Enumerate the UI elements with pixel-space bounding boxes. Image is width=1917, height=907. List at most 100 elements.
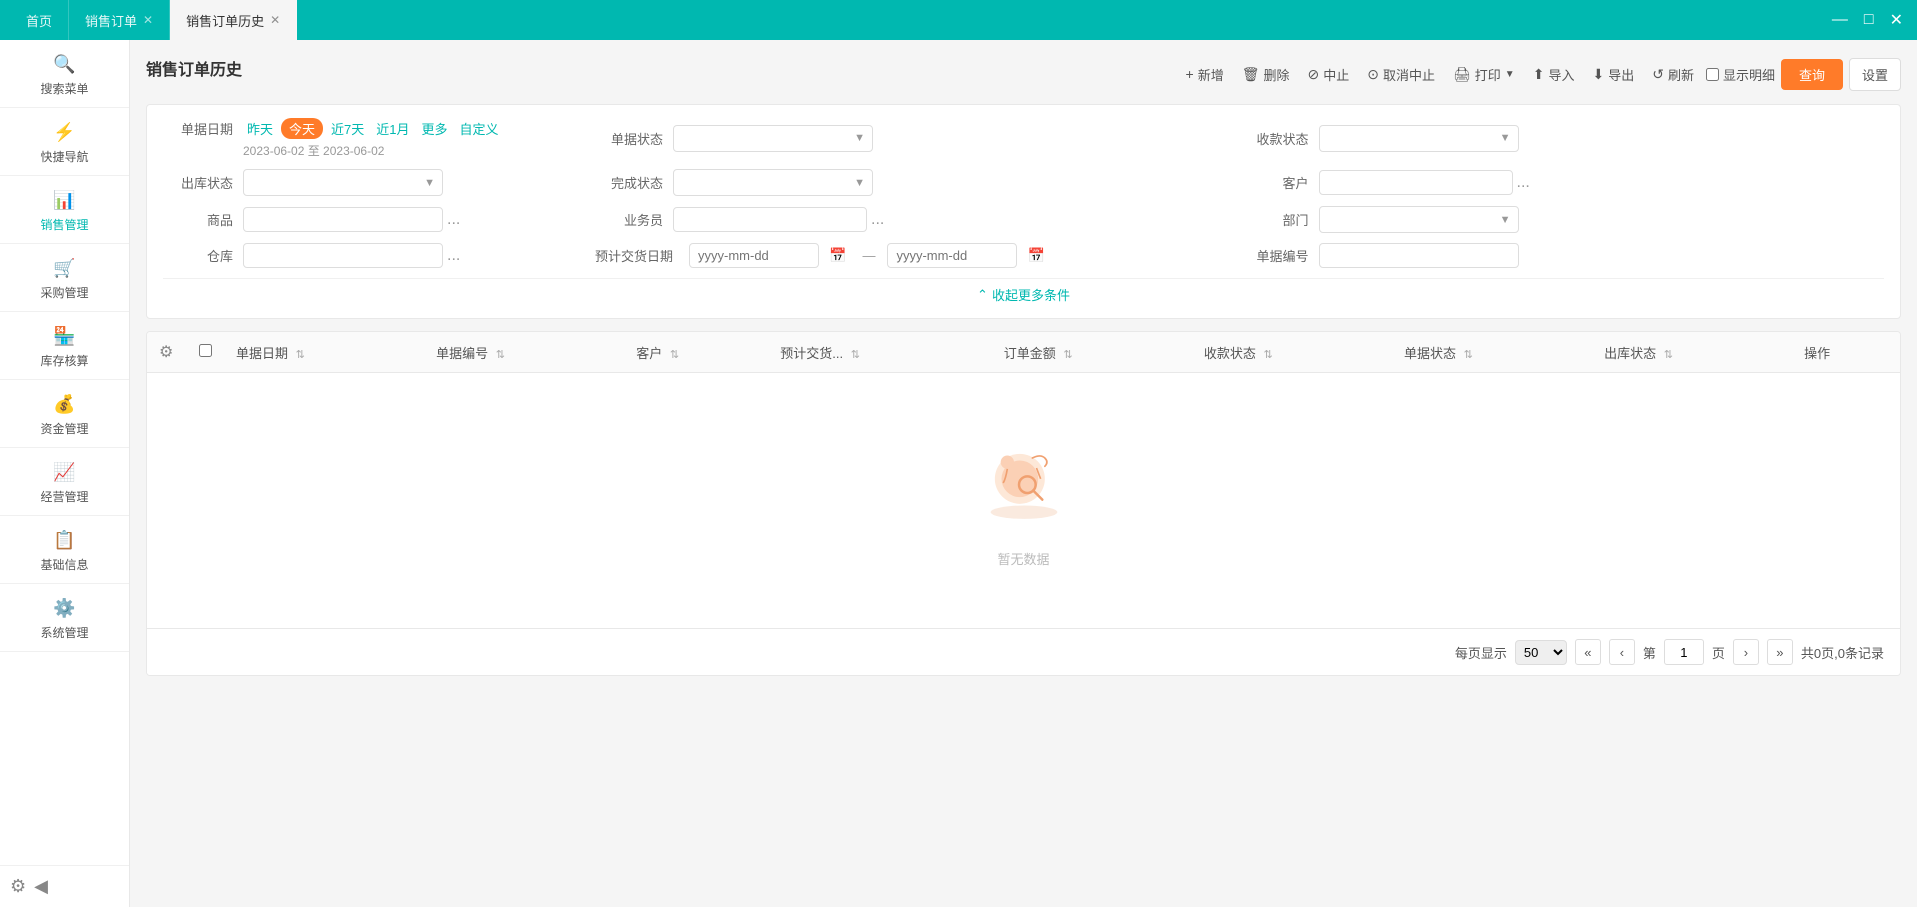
query-button[interactable]: 查询 <box>1781 59 1843 90</box>
bill-status-select-wrapper: ▼ <box>673 125 873 152</box>
sidebar-item-finance[interactable]: 💰 资金管理 <box>0 380 129 448</box>
date-btn-yesterday[interactable]: 昨天 <box>243 117 277 140</box>
date-btn-1month[interactable]: 近1月 <box>372 117 413 140</box>
col-delivery-date-sort-icon[interactable]: ⇅ <box>851 349 860 361</box>
payment-status-select[interactable] <box>1319 125 1519 152</box>
sidebar-item-system[interactable]: ⚙️ 系统管理 <box>0 584 129 652</box>
department-select[interactable] <box>1319 206 1519 233</box>
tab-sales-order[interactable]: 销售订单 ✕ <box>69 0 170 40</box>
bill-no-input[interactable] <box>1319 243 1519 268</box>
sidebar-item-nav-label: 快捷导航 <box>40 148 88 165</box>
payment-status-select-wrapper: ▼ <box>1319 125 1519 152</box>
salesperson-dots-button[interactable]: ... <box>867 211 888 229</box>
tab-sales-history[interactable]: 销售订单历史 ✕ <box>170 0 297 40</box>
delivery-status-label: 出库状态 <box>163 173 243 192</box>
warehouse-dots-button[interactable]: ... <box>443 247 464 265</box>
salesperson-input[interactable] <box>673 207 867 232</box>
refresh-button[interactable]: ↺ 刷新 <box>1646 61 1700 88</box>
sidebar-item-inventory[interactable]: 🏪 库存核算 <box>0 312 129 380</box>
print-button[interactable]: 🖨 打印 ▼ <box>1447 61 1521 88</box>
sidebar-item-search[interactable]: 🔍 搜索菜单 <box>0 40 129 108</box>
expected-date-end-input[interactable] <box>887 243 1017 268</box>
bill-status-select[interactable] <box>673 125 873 152</box>
col-actions-label: 操作 <box>1804 346 1830 361</box>
display-cols-checkbox[interactable]: 显示明细 <box>1706 65 1775 84</box>
col-amount-sort-icon[interactable]: ⇅ <box>1063 349 1072 361</box>
table-settings-button[interactable]: ⚙ <box>159 342 173 362</box>
cancel-stop-button[interactable]: ⊙ 取消中止 <box>1361 61 1441 88</box>
export-button[interactable]: ⬇ 导出 <box>1586 61 1640 88</box>
operations-icon: 📈 <box>53 462 75 483</box>
export-icon: ⬇ <box>1592 66 1604 83</box>
stop-button[interactable]: ⊘ 中止 <box>1302 61 1356 88</box>
calendar-end-icon: 📅 <box>1027 247 1044 264</box>
settings-button[interactable]: 设置 <box>1849 58 1901 91</box>
col-bill-status-sort-icon[interactable]: ⇅ <box>1464 349 1473 361</box>
stop-icon: ⊘ <box>1308 66 1320 83</box>
date-separator: — <box>862 248 875 263</box>
calendar-start-icon: 📅 <box>829 247 846 264</box>
col-bill-status-label: 单据状态 <box>1404 346 1456 361</box>
col-bill-no-sort-icon[interactable]: ⇅ <box>496 349 505 361</box>
sidebar-item-basic-info-label: 基础信息 <box>40 556 88 573</box>
col-delivery-status: 出库状态 ⇅ <box>1592 332 1792 373</box>
date-btn-7days[interactable]: 近7天 <box>327 117 368 140</box>
maximize-button[interactable]: □ <box>1860 7 1878 33</box>
prev-page-button[interactable]: ‹ <box>1609 639 1635 665</box>
complete-status-select[interactable] <box>673 169 873 196</box>
search-menu-icon: 🔍 <box>53 54 75 75</box>
date-btn-today[interactable]: 今天 <box>281 118 323 139</box>
tab-list: 首页 销售订单 ✕ 销售订单历史 ✕ <box>10 0 1828 40</box>
per-page-label: 每页显示 <box>1455 643 1507 662</box>
page-label: 第 <box>1643 643 1656 662</box>
collapse-button[interactable]: ⌃ 收起更多条件 <box>977 285 1070 304</box>
delete-button[interactable]: 🗑 删除 <box>1236 61 1296 88</box>
col-payment-status-sort-icon[interactable]: ⇅ <box>1263 349 1272 361</box>
sidebar-item-purchase[interactable]: 🛒 采购管理 <box>0 244 129 312</box>
delivery-status-select[interactable] <box>243 169 443 196</box>
page-number-input[interactable] <box>1664 639 1704 665</box>
sidebar-item-operations[interactable]: 📈 经营管理 <box>0 448 129 516</box>
add-button[interactable]: + 新增 <box>1180 61 1230 88</box>
import-icon: ⬆ <box>1533 66 1545 83</box>
sidebar-collapse-button[interactable]: ◀ <box>34 876 48 897</box>
minimize-button[interactable]: — <box>1828 7 1852 33</box>
department-label: 部门 <box>1239 210 1319 229</box>
date-btn-more[interactable]: 更多 <box>418 117 452 140</box>
table-header-row: ⚙ 单据日期 ⇅ 单据编号 ⇅ <box>147 332 1900 373</box>
product-dots-button[interactable]: ... <box>443 211 464 229</box>
payment-status-label: 收款状态 <box>1239 129 1319 148</box>
sidebar-item-sales[interactable]: 📊 销售管理 <box>0 176 129 244</box>
sidebar-item-nav[interactable]: ⚡ 快捷导航 <box>0 108 129 176</box>
customer-dots-button[interactable]: ... <box>1513 174 1534 192</box>
col-actions: 操作 <box>1792 332 1900 373</box>
tab-home[interactable]: 首页 <box>10 0 69 40</box>
last-page-button[interactable]: » <box>1767 639 1793 665</box>
print-dropdown-icon: ▼ <box>1505 69 1515 80</box>
close-window-button[interactable]: ✕ <box>1886 6 1907 34</box>
next-page-button[interactable]: › <box>1733 639 1759 665</box>
sidebar-item-basic-info[interactable]: 📋 基础信息 <box>0 516 129 584</box>
product-input[interactable] <box>243 207 443 232</box>
import-button[interactable]: ⬆ 导入 <box>1527 61 1581 88</box>
filter-row-1: 单据日期 昨天 今天 近7天 近1月 更多 自定义 2023-06-02 至 2… <box>163 117 1884 159</box>
sidebar-settings-button[interactable]: ⚙ <box>10 876 26 897</box>
filter-row-4: 仓库 ... 预计交货日期 📅 — 📅 单据编号 <box>163 243 1884 268</box>
col-date-sort-icon[interactable]: ⇅ <box>296 349 305 361</box>
first-page-button[interactable]: « <box>1575 639 1601 665</box>
tab-sales-order-close[interactable]: ✕ <box>143 13 153 27</box>
warehouse-input[interactable] <box>243 243 443 268</box>
product-label: 商品 <box>163 210 243 229</box>
select-all-checkbox[interactable] <box>199 344 212 357</box>
date-btn-custom[interactable]: 自定义 <box>456 117 503 140</box>
customer-input[interactable] <box>1319 170 1513 195</box>
tab-sales-order-label: 销售订单 <box>85 11 137 30</box>
col-customer-sort-icon[interactable]: ⇅ <box>670 349 679 361</box>
per-page-select[interactable]: 10 20 50 100 <box>1515 640 1567 665</box>
expected-date-start-input[interactable] <box>689 243 819 268</box>
tab-sales-history-close[interactable]: ✕ <box>270 13 280 27</box>
col-bill-no-label: 单据编号 <box>436 346 488 361</box>
basic-info-icon: 📋 <box>53 530 75 551</box>
col-amount: 订单金额 ⇅ <box>992 332 1192 373</box>
col-delivery-status-sort-icon[interactable]: ⇅ <box>1664 349 1673 361</box>
